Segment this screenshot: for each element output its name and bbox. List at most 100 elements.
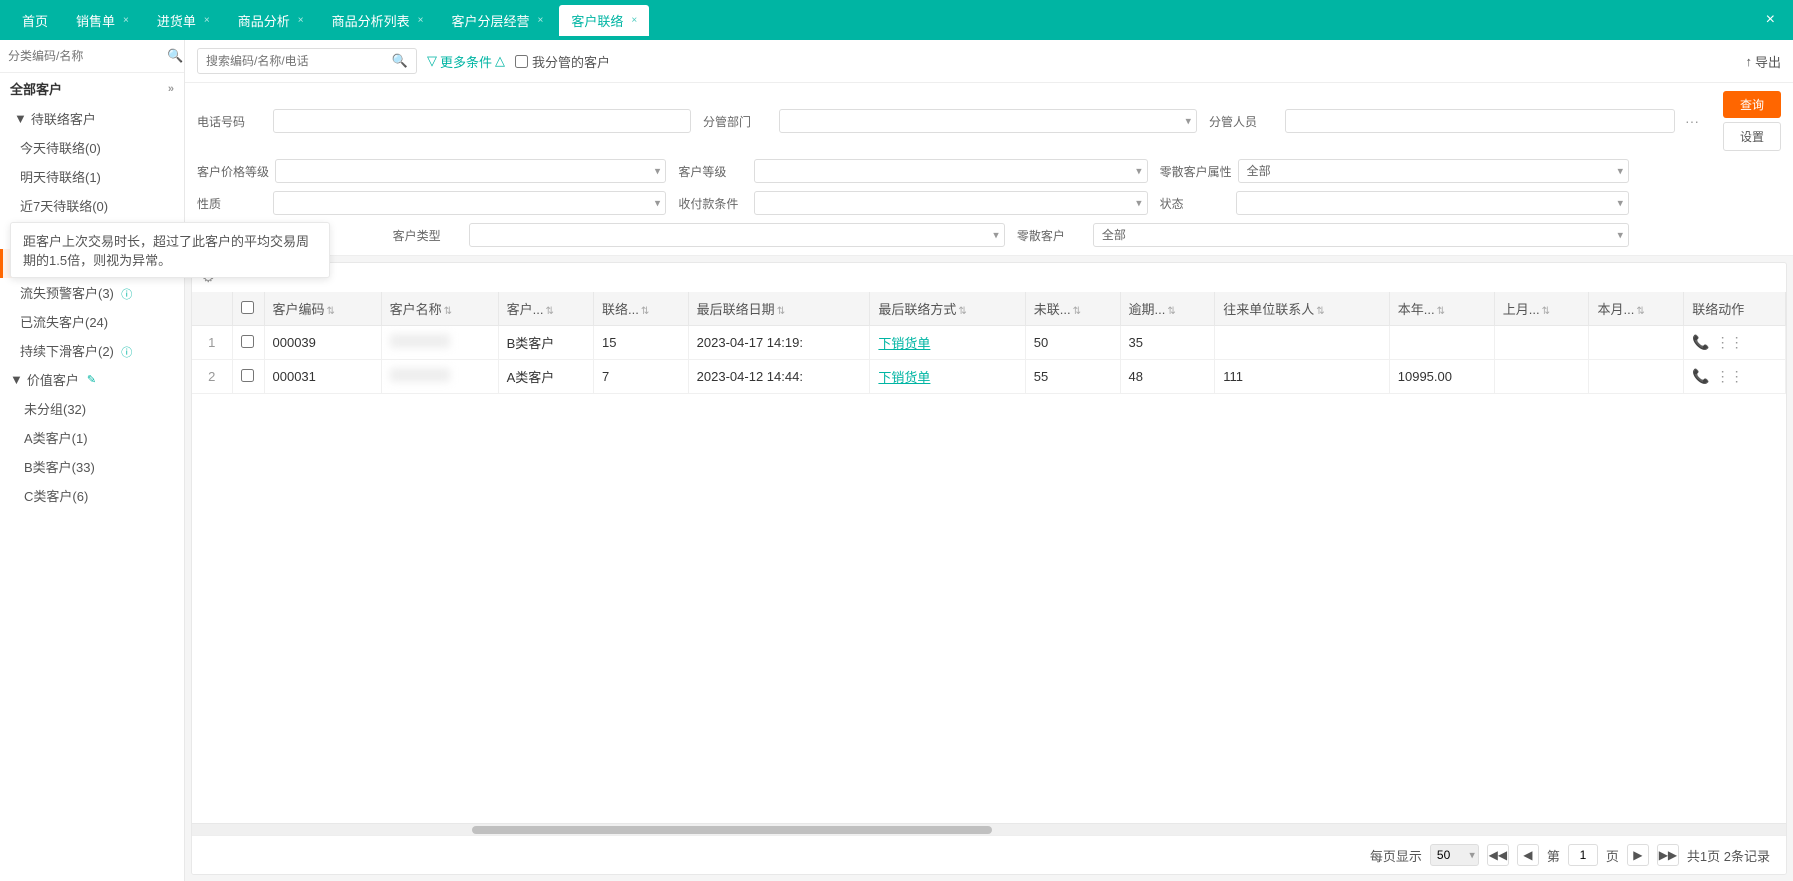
last-page-button[interactable]: ▶▶ [1657, 844, 1679, 866]
search-icon[interactable]: 🔍 [392, 53, 408, 69]
sidebar-value-group[interactable]: ▼ 价值客户 ✎ [0, 365, 184, 394]
th-code[interactable]: 客户编码⇅ [264, 292, 381, 326]
price-level-label: 客户价格等级 [197, 163, 269, 180]
search-input[interactable] [206, 54, 388, 68]
customer-level-select[interactable] [754, 159, 1147, 183]
sidebar-all-customers-header[interactable]: 全部客户 » [0, 73, 184, 104]
per-page-select-wrap: 50 100 ▾ [1430, 844, 1479, 866]
sidebar-pending-group[interactable]: ▼ 待联络客户 [0, 104, 184, 133]
th-current-month[interactable]: 本月...⇅ [1589, 292, 1684, 326]
th-current-year[interactable]: 本年...⇅ [1389, 292, 1494, 326]
phone-input[interactable] [273, 109, 691, 133]
th-name[interactable]: 客户名称⇅ [381, 292, 498, 326]
scrollbar-thumb[interactable] [472, 826, 992, 834]
nav-purchase[interactable]: 进货单 × [145, 5, 222, 36]
retail-customer-select[interactable]: 全部 [1093, 223, 1629, 247]
row2-name [381, 360, 498, 394]
sidebar-item-unclassified[interactable]: 未分组(32) [0, 394, 184, 423]
info-icon-2[interactable]: ⓘ [121, 289, 132, 301]
dept-select[interactable] [779, 109, 1197, 133]
nav-close-customer-contact[interactable]: × [631, 15, 637, 26]
nav-close-product-analysis[interactable]: × [298, 15, 304, 26]
row2-action-icons: 📞 ⋮⋮ [1692, 368, 1777, 385]
row1-contact-method-link[interactable]: 下销货单 [878, 336, 930, 351]
edit-icon[interactable]: ✎ [87, 373, 96, 386]
select-all-checkbox[interactable] [241, 301, 254, 314]
sidebar-item-a-class[interactable]: A类客户(1) [0, 423, 184, 452]
row1-checkbox-cell [232, 326, 264, 360]
th-level[interactable]: 客户...⇅ [498, 292, 593, 326]
th-last-month[interactable]: 上月...⇅ [1494, 292, 1589, 326]
nav-sales[interactable]: 销售单 × [64, 5, 141, 36]
person-more-icon[interactable]: ··· [1681, 113, 1703, 129]
row1-name [381, 326, 498, 360]
total-label: 共1页 2条记录 [1687, 846, 1770, 865]
gender-select[interactable] [273, 191, 666, 215]
payment-select[interactable] [754, 191, 1147, 215]
more-filter-button[interactable]: ▽ 更多条件 △ [427, 52, 505, 71]
nav-customer-segment[interactable]: 客户分层经营 × [439, 5, 555, 36]
sidebar-item-today-pending[interactable]: 今天待联络(0) [0, 133, 184, 162]
row2-num: 2 [192, 360, 232, 394]
person-label: 分管人员 [1209, 113, 1279, 130]
row1-more-icon[interactable]: ⋮⋮ [1716, 334, 1744, 351]
nav-close-sales[interactable]: × [123, 15, 129, 26]
horizontal-scrollbar[interactable] [192, 823, 1786, 835]
sidebar-item-declining[interactable]: 持续下滑客户(2) ⓘ [0, 336, 184, 365]
export-button[interactable]: ↑ 导出 [1745, 52, 1781, 71]
customer-type-select[interactable] [469, 223, 1005, 247]
row2-checkbox[interactable] [241, 369, 254, 382]
per-page-select[interactable]: 50 100 [1430, 844, 1479, 866]
page-number-input[interactable] [1568, 844, 1598, 866]
sort-icon-name: ⇅ [444, 306, 452, 317]
table-scroll-wrap[interactable]: 客户编码⇅ 客户名称⇅ 客户...⇅ 联络...⇅ 最后联络日期⇅ 最后联络方式… [192, 292, 1786, 823]
th-uncontacted[interactable]: 未联...⇅ [1025, 292, 1120, 326]
sidebar-item-b-class[interactable]: B类客户(33) [0, 452, 184, 481]
sidebar-item-c-class[interactable]: C类客户(6) [0, 481, 184, 510]
th-last-contact-date[interactable]: 最后联络日期⇅ [688, 292, 870, 326]
sidebar-item-7day-pending[interactable]: 近7天待联络(0) [0, 191, 184, 220]
th-action: 联络动作 [1684, 292, 1786, 326]
retail-attr-select[interactable]: 全部 [1238, 159, 1629, 183]
row1-checkbox[interactable] [241, 335, 254, 348]
next-page-button[interactable]: ▶ [1627, 844, 1649, 866]
price-level-select[interactable] [275, 159, 666, 183]
nav-product-analysis-list[interactable]: 商品分析列表 × [320, 5, 436, 36]
query-button[interactable]: 查询 [1723, 91, 1781, 118]
sidebar-item-churned[interactable]: 已流失客户(24) [0, 307, 184, 336]
sidebar-search-icon[interactable]: 🔍 [167, 48, 183, 64]
my-customer-checkbox-wrap[interactable]: 我分管的客户 [515, 52, 610, 71]
settings-button[interactable]: 设置 [1723, 122, 1781, 151]
row2-actions: 📞 ⋮⋮ [1684, 360, 1786, 394]
row1-current-year [1389, 326, 1494, 360]
nav-product-analysis[interactable]: 商品分析 × [226, 5, 316, 36]
table-row: 1 000039 B类客户 15 2023-04-17 14:19: 下销货单 … [192, 326, 1786, 360]
info-icon-3[interactable]: ⓘ [121, 347, 132, 359]
sidebar-item-churn-warning[interactable]: 流失预警客户(3) ⓘ [0, 278, 184, 307]
sidebar-item-tomorrow-pending[interactable]: 明天待联络(1) [0, 162, 184, 191]
status-select[interactable] [1236, 191, 1629, 215]
nav-customer-contact[interactable]: 客户联络 × [559, 5, 649, 36]
th-last-contact-method[interactable]: 最后联络方式⇅ [870, 292, 1025, 326]
prev-page-button[interactable]: ◀ [1517, 844, 1539, 866]
first-page-button[interactable]: ◀◀ [1487, 844, 1509, 866]
th-contact-count[interactable]: 联络...⇅ [593, 292, 688, 326]
sidebar-search-input[interactable] [8, 49, 163, 63]
nav-close-customer-segment[interactable]: × [537, 15, 543, 26]
row2-phone-icon[interactable]: 📞 [1692, 368, 1709, 385]
sort-icon-uncontacted: ⇅ [1073, 306, 1081, 317]
row1-phone-icon[interactable]: 📞 [1692, 334, 1709, 351]
th-overdue[interactable]: 逾期...⇅ [1120, 292, 1215, 326]
row2-contact-method-link[interactable]: 下销货单 [878, 370, 930, 385]
row2-level: A类客户 [498, 360, 593, 394]
person-input[interactable] [1285, 109, 1675, 133]
page-label: 第 [1547, 846, 1560, 865]
nav-close-purchase[interactable]: × [204, 15, 210, 26]
sidebar-collapse-icon[interactable]: » [168, 83, 174, 95]
window-close-button[interactable]: × [1758, 7, 1783, 33]
nav-home[interactable]: 首页 [10, 5, 60, 36]
nav-close-product-analysis-list[interactable]: × [418, 15, 424, 26]
th-contact-person[interactable]: 往来单位联系人⇅ [1215, 292, 1390, 326]
my-customer-checkbox[interactable] [515, 55, 528, 68]
row2-more-icon[interactable]: ⋮⋮ [1716, 368, 1744, 385]
